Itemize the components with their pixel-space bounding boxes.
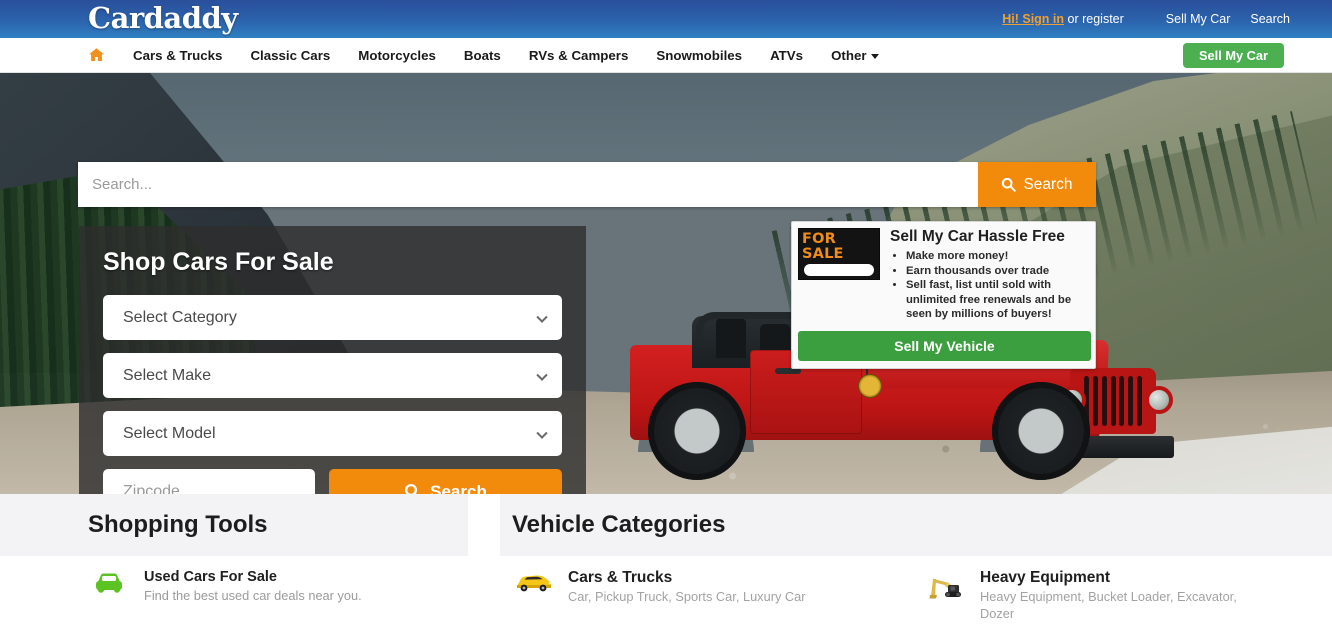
vehicle-categories-list: Cars & Trucks Car, Pickup Truck, Sports … [500,568,1332,626]
nav-item-label: Boats [463,47,501,63]
promo-top-row: FOR SALE Sell My Car Hassle Free Make mo… [798,228,1089,322]
vehicle-categories-header: Vehicle Categories [500,494,1332,556]
register-link[interactable]: or register [1068,12,1124,26]
top-sell-my-car-link[interactable]: Sell My Car [1166,12,1231,26]
nav-item-cars-trucks[interactable]: Cars & Trucks [119,48,236,63]
nav-item-boats[interactable]: Boats [450,48,515,63]
shop-panel-title: Shop Cars For Sale [103,248,334,276]
excavator-icon [924,568,966,600]
section-headers-row: Shopping Tools Vehicle Categories [0,494,1332,556]
nav-item-label: RVs & Campers [528,47,629,63]
hero-search-button[interactable]: Search [978,162,1096,207]
vehicle-categories-title: Vehicle Categories [512,511,726,538]
nav-item-list: Cars & Trucks Classic Cars Motorcycles B… [119,48,893,63]
chevron-down-icon [870,53,879,59]
promo-bullet-list: Make more money! Earn thousands over tra… [906,249,1089,322]
list-item[interactable]: Cars & Trucks Car, Pickup Truck, Sports … [512,568,924,605]
bottom-sections: Shopping Tools Vehicle Categories Used C… [0,494,1332,626]
nav-sell-my-car-button[interactable]: Sell My Car [1183,42,1284,68]
site-logo[interactable]: Cardaddy [88,3,238,35]
shopping-tools-list: Used Cars For Sale Find the best used ca… [0,568,468,626]
category-select-wrap: Select Category [103,295,562,340]
nav-item-rvs-campers[interactable]: RVs & Campers [515,48,643,63]
search-icon [1002,177,1017,192]
nav-item-label: Other [831,47,867,63]
list-item-text: Used Cars For Sale Find the best used ca… [144,568,362,604]
hero-search-button-label: Search [1023,175,1073,193]
list-item-text: Cars & Trucks Car, Pickup Truck, Sports … [568,568,806,605]
make-select-wrap: Select Make [103,353,562,398]
select-make[interactable]: Select Make [103,353,562,398]
list-item-subtitle: Find the best used car deals near you. [144,588,362,603]
nav-item-label: Cars & Trucks [133,47,223,63]
promo-bullet: Earn thousands over trade [906,264,1089,279]
vehicle-category-column-1: Cars & Trucks Car, Pickup Truck, Sports … [512,568,924,626]
yellow-car-icon [512,568,554,594]
for-sale-sign-blank-field [804,264,874,276]
sell-my-car-promo-box: FOR SALE Sell My Car Hassle Free Make mo… [791,221,1096,369]
home-icon[interactable] [88,47,105,63]
list-item-title: Cars & Trucks [568,569,673,586]
main-navigation: Cars & Trucks Classic Cars Motorcycles B… [0,38,1332,73]
select-model[interactable]: Select Model [103,411,562,456]
list-item-title: Used Cars For Sale [144,569,277,585]
nav-item-label: Snowmobiles [656,47,743,63]
list-item-text: Heavy Equipment Heavy Equipment, Bucket … [980,568,1270,622]
nav-item-snowmobiles[interactable]: Snowmobiles [642,48,756,63]
shop-search-button-label: Search [430,481,487,495]
select-category[interactable]: Select Category [103,295,562,340]
shopping-tools-title: Shopping Tools [88,511,268,538]
model-select-wrap: Select Model [103,411,562,456]
promo-text-block: Sell My Car Hassle Free Make more money!… [890,228,1089,322]
nav-item-classic-cars[interactable]: Classic Cars [236,48,344,63]
green-car-icon [88,568,130,594]
nav-item-label: ATVs [770,47,804,63]
nav-item-label: Classic Cars [250,47,331,63]
top-utility-links: Hi! Sign in or register Sell My Car Sear… [1002,12,1290,26]
nav-item-label: Motorcycles [358,47,436,63]
shop-cars-panel: Shop Cars For Sale Select Category Selec… [79,226,586,494]
nav-item-motorcycles[interactable]: Motorcycles [344,48,450,63]
header-gap [468,494,500,556]
sign-in-link[interactable]: Hi! Sign in [1002,12,1064,26]
vehicle-category-column-2: Heavy Equipment Heavy Equipment, Bucket … [924,568,1332,626]
signin-register-group: Hi! Sign in or register [1002,12,1124,26]
shopping-tools-header: Shopping Tools [0,494,468,556]
promo-bullet: Make more money! [906,249,1089,264]
promo-heading: Sell My Car Hassle Free [890,228,1065,245]
list-item[interactable]: Heavy Equipment Heavy Equipment, Bucket … [924,568,1332,622]
list-item-subtitle: Heavy Equipment, Bucket Loader, Excavato… [980,589,1237,621]
top-search-link[interactable]: Search [1250,12,1290,26]
body-gap [468,568,500,626]
section-bodies-row: Used Cars For Sale Find the best used ca… [0,556,1332,626]
for-sale-sign-text: FOR SALE [802,231,844,262]
shop-search-button[interactable]: Search [329,469,562,494]
hero-search-input[interactable] [78,162,978,207]
promo-bullet: Sell fast, list until sold with unlimite… [906,278,1089,322]
sell-my-vehicle-button[interactable]: Sell My Vehicle [798,331,1091,361]
shop-panel-bottom-row: Search [103,469,562,494]
zipcode-input[interactable] [103,469,315,494]
hero-section: COLORADO Search [0,73,1332,494]
list-item[interactable]: Used Cars For Sale Find the best used ca… [88,568,468,604]
hero-search-bar: Search [78,162,1096,207]
for-sale-sign-icon: FOR SALE [798,228,880,280]
list-item-title: Heavy Equipment [980,569,1111,586]
list-item-subtitle: Car, Pickup Truck, Sports Car, Luxury Ca… [568,589,806,604]
search-icon [405,483,418,494]
top-utility-bar: Cardaddy Hi! Sign in or register Sell My… [0,0,1332,38]
nav-item-other[interactable]: Other [817,48,892,63]
nav-item-atvs[interactable]: ATVs [756,48,817,63]
